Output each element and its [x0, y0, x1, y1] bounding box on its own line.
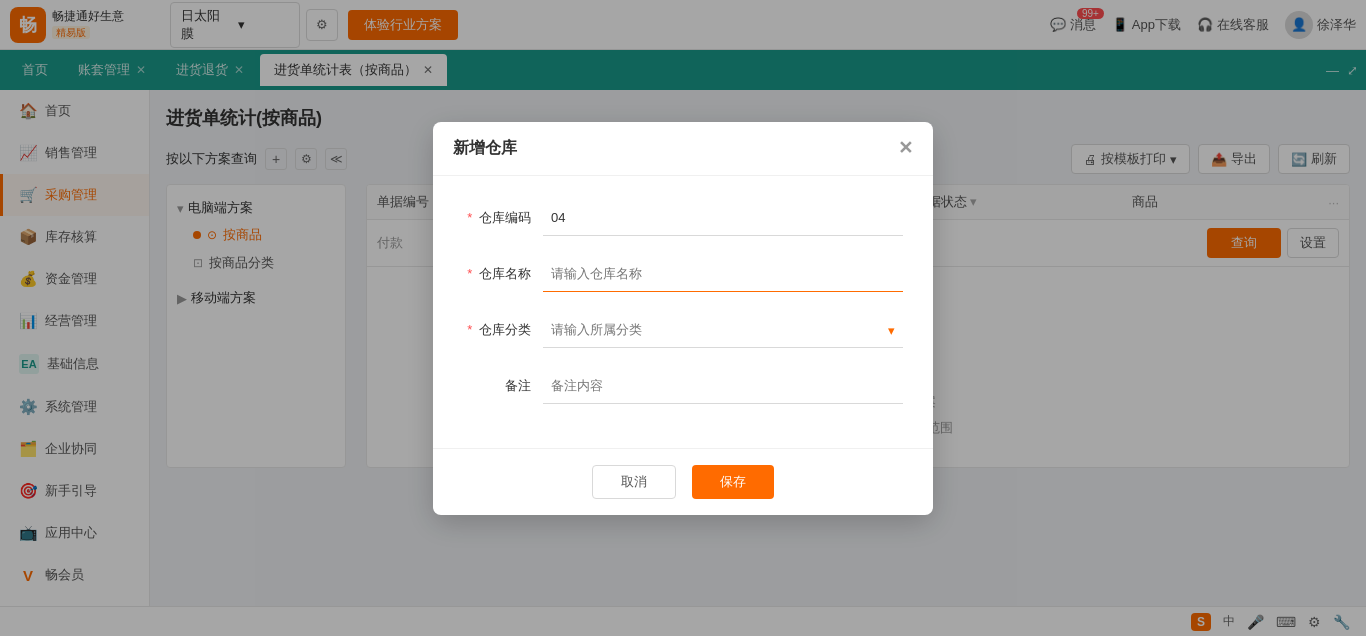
required-star-code: * — [467, 210, 472, 225]
warehouse-code-label: * 仓库编码 — [463, 209, 543, 227]
form-row-category: * 仓库分类 ▾ — [463, 312, 903, 348]
note-label: 备注 — [463, 377, 543, 395]
new-warehouse-modal: 新增仓库 ✕ * 仓库编码 * 仓库名称 — [433, 122, 933, 515]
required-star-name: * — [467, 266, 472, 281]
warehouse-code-label-text: 仓库编码 — [479, 210, 531, 225]
modal-overlay: 新增仓库 ✕ * 仓库编码 * 仓库名称 — [0, 0, 1366, 636]
warehouse-name-input[interactable] — [543, 256, 903, 292]
warehouse-name-label: * 仓库名称 — [463, 265, 543, 283]
warehouse-category-select[interactable] — [543, 312, 903, 348]
warehouse-name-label-text: 仓库名称 — [479, 266, 531, 281]
form-row-code: * 仓库编码 — [463, 200, 903, 236]
form-row-name: * 仓库名称 — [463, 256, 903, 292]
note-input[interactable] — [543, 368, 903, 404]
modal-footer: 取消 保存 — [433, 448, 933, 515]
warehouse-code-input[interactable] — [543, 200, 903, 236]
modal-body: * 仓库编码 * 仓库名称 * 仓库分类 — [433, 176, 933, 448]
save-button[interactable]: 保存 — [692, 465, 774, 499]
modal-close-button[interactable]: ✕ — [898, 139, 913, 157]
modal-header: 新增仓库 ✕ — [433, 122, 933, 176]
warehouse-category-label: * 仓库分类 — [463, 321, 543, 339]
required-star-category: * — [467, 322, 472, 337]
modal-title: 新增仓库 — [453, 138, 517, 159]
note-label-text: 备注 — [505, 378, 531, 393]
form-row-note: 备注 — [463, 368, 903, 404]
warehouse-category-wrapper: ▾ — [543, 312, 903, 348]
warehouse-category-label-text: 仓库分类 — [479, 322, 531, 337]
cancel-button[interactable]: 取消 — [592, 465, 676, 499]
